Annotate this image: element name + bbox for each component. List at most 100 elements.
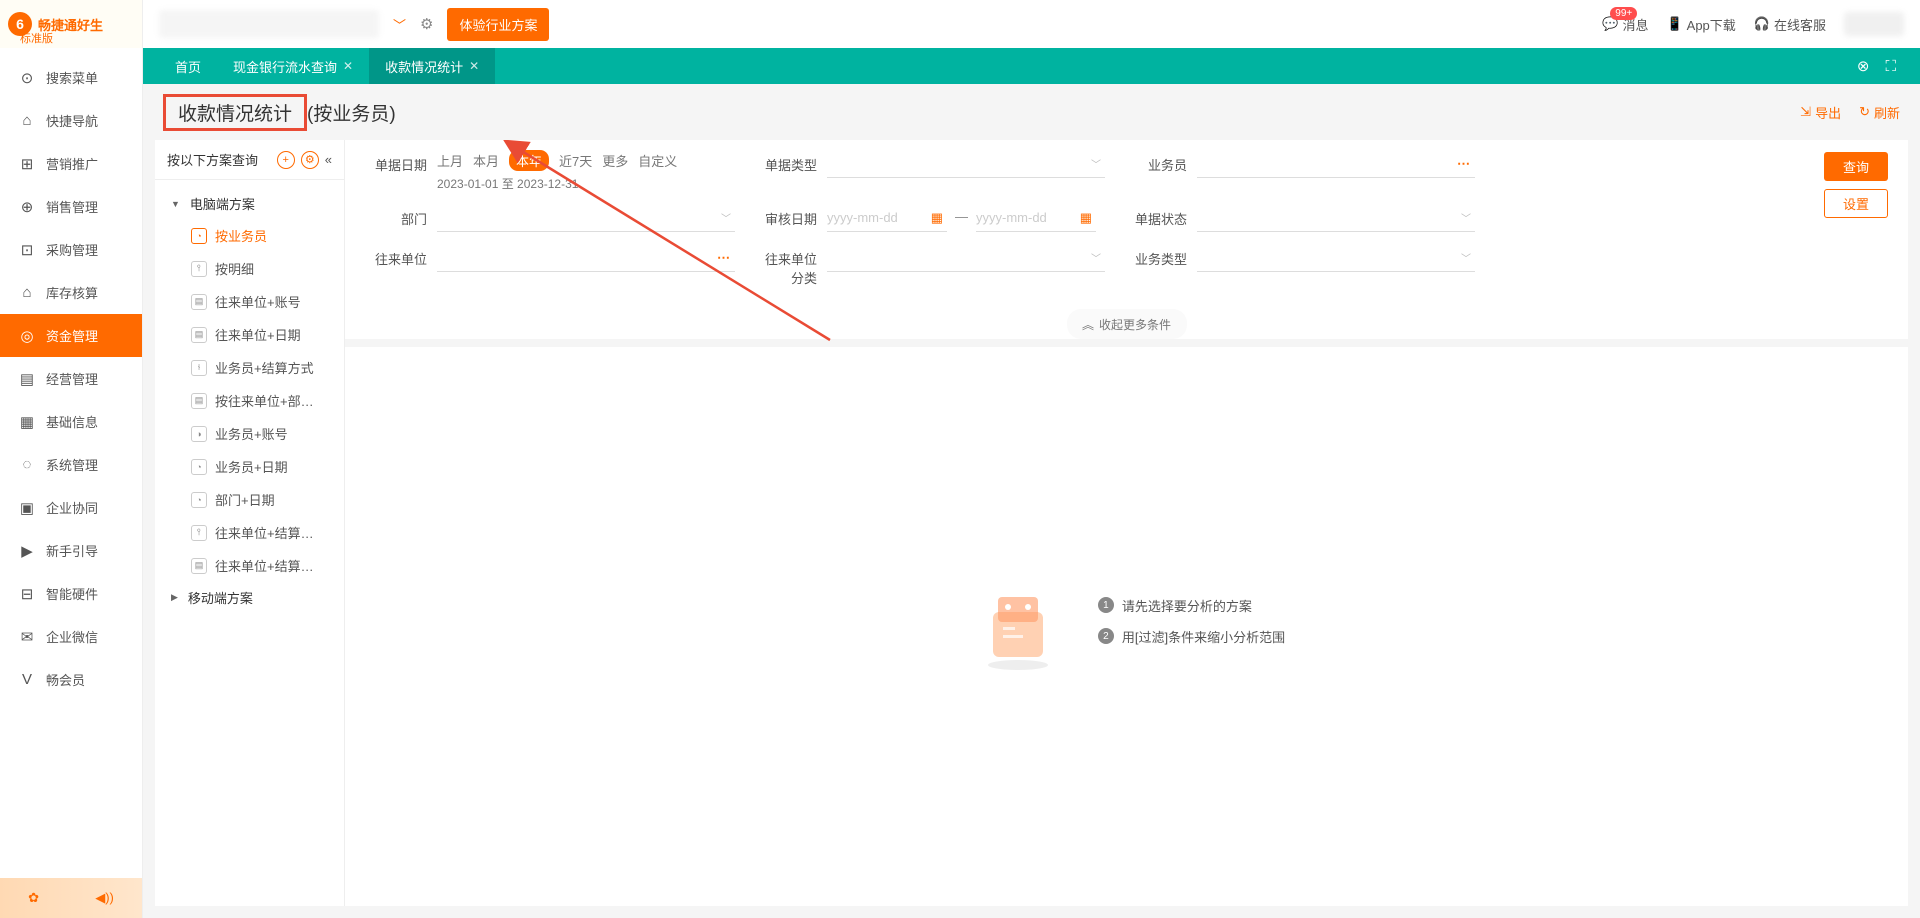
query-button[interactable]: 查询 xyxy=(1824,152,1888,181)
partner-cat-label: 往来单位分类 xyxy=(755,244,827,287)
sound-icon[interactable]: ◀)) xyxy=(95,890,114,906)
audit-date-from[interactable]: yyyy-mm-dd▦ xyxy=(827,204,947,232)
tree-item[interactable]: ◑业务员+账号 xyxy=(155,417,344,450)
collapse-conditions-button[interactable]: ︽ 收起更多条件 xyxy=(1067,309,1187,339)
sidebar-item-search-menu[interactable]: ⊙搜索菜单 xyxy=(0,56,142,99)
scheme-tree: ▼电脑端方案 ◔ 按业务员 ⫯按明细 ▤往来单位+账号 ▤往来单位+日期 ⫮业务员… xyxy=(155,180,344,621)
close-all-icon[interactable]: ⊗ xyxy=(1857,57,1870,75)
sidebar-item-wechat[interactable]: ✉企业微信 xyxy=(0,615,142,658)
tree-group-desktop[interactable]: ▼电脑端方案 xyxy=(155,188,344,219)
export-button[interactable]: ⇲导出 xyxy=(1800,103,1841,122)
tab-home[interactable]: 首页 xyxy=(159,48,217,84)
sidebar-item-system[interactable]: ◌系统管理 xyxy=(0,443,142,486)
sidebar-item-collab[interactable]: ▣企业协同 xyxy=(0,486,142,529)
more-icon[interactable]: ⋯ xyxy=(1457,156,1471,172)
partner-select[interactable]: ⋯ xyxy=(437,244,735,272)
close-icon[interactable]: ✕ xyxy=(343,59,353,73)
tree-item[interactable]: ▤往来单位+结算方式 xyxy=(155,549,344,582)
avatar[interactable] xyxy=(1844,12,1904,36)
scheme-settings-icon[interactable]: ⚙ xyxy=(301,151,319,169)
page-header: 收款情况统计 (按业务员) ⇲导出 ↻刷新 xyxy=(143,84,1920,140)
tree-item-label: 按明细 xyxy=(215,259,254,278)
clock-icon: ◔ xyxy=(191,228,207,244)
settings-button[interactable]: 设置 xyxy=(1824,189,1888,218)
export-label: 导出 xyxy=(1815,103,1841,122)
scheme-header-label: 按以下方案查询 xyxy=(167,150,258,169)
chevron-down-icon[interactable]: ﹀ xyxy=(393,15,406,34)
tree-group-mobile[interactable]: ▶移动端方案 xyxy=(155,582,344,613)
sidebar-item-base[interactable]: ▦基础信息 xyxy=(0,400,142,443)
gear-icon[interactable]: ⚙ xyxy=(420,15,433,33)
sidebar-item-member[interactable]: V畅会员 xyxy=(0,658,142,701)
sidebar-item-business[interactable]: ▤经营管理 xyxy=(0,357,142,400)
tab-receipt-stats[interactable]: 收款情况统计✕ xyxy=(369,48,495,84)
logo-edition: 标准版 xyxy=(20,30,53,46)
sidebar-item-label: 营销推广 xyxy=(46,154,98,173)
sidebar-item-purchase[interactable]: ⊡采购管理 xyxy=(0,228,142,271)
sidebar-item-inventory[interactable]: ⌂库存核算 xyxy=(0,271,142,314)
hints: 1请先选择要分析的方案 2用[过滤]条件来缩小分析范围 xyxy=(1098,596,1285,658)
partner-cat-select[interactable]: ﹀ xyxy=(827,244,1105,272)
sidebar-item-guide[interactable]: ▶新手引导 xyxy=(0,529,142,572)
fullscreen-icon[interactable]: ⛶ xyxy=(1885,58,1896,75)
audit-date-to[interactable]: yyyy-mm-dd▦ xyxy=(976,204,1096,232)
tree-item[interactable]: ▤往来单位+账号 xyxy=(155,285,344,318)
sidebar-item-funds[interactable]: ◎资金管理 xyxy=(0,314,142,357)
dept-select[interactable]: ﹀ xyxy=(437,204,735,232)
sidebar-item-label: 搜索菜单 xyxy=(46,68,98,87)
company-selector[interactable] xyxy=(159,10,379,38)
refresh-button[interactable]: ↻刷新 xyxy=(1859,103,1900,122)
clock-icon: ◔ xyxy=(191,492,207,508)
date-sc-custom[interactable]: 自定义 xyxy=(638,151,677,170)
tree-item-by-salesperson[interactable]: ◔ 按业务员 xyxy=(155,219,344,252)
app-download-button[interactable]: 📱 App下载 xyxy=(1666,15,1735,34)
calendar-icon: ▦ xyxy=(1080,210,1092,226)
collapse-panel-icon[interactable]: « xyxy=(325,152,332,167)
more-icon[interactable]: ⋯ xyxy=(717,250,731,266)
close-icon[interactable]: ✕ xyxy=(469,59,479,73)
add-scheme-icon[interactable]: + xyxy=(277,151,295,169)
bill-date-label: 单据日期 xyxy=(365,150,437,174)
biz-type-select[interactable]: ﹀ xyxy=(1197,244,1475,272)
date-sc-this-year[interactable]: 本年 xyxy=(509,150,549,171)
date-sc-more[interactable]: 更多 xyxy=(602,151,628,170)
doc-icon: ▤ xyxy=(191,558,207,574)
settings-icon[interactable]: ✿ xyxy=(28,890,39,906)
tree-item[interactable]: ◔业务员+日期 xyxy=(155,450,344,483)
sidebar-item-quick-nav[interactable]: ⌂快捷导航 xyxy=(0,99,142,142)
sidebar-item-marketing[interactable]: ⊞ 营销推广 xyxy=(0,142,142,185)
filters: 单据日期 上月 本月 本年 近7天 更多 自定义 20 xyxy=(345,140,1908,309)
tree-item[interactable]: ⫯往来单位+结算方式 xyxy=(155,516,344,549)
tree-item-label: 按业务员 xyxy=(215,226,267,245)
tree-item[interactable]: ⫯按明细 xyxy=(155,252,344,285)
page-subtitle: (按业务员) xyxy=(307,99,396,126)
sidebar-item-label: 资金管理 xyxy=(46,326,98,345)
date-sc-last-month[interactable]: 上月 xyxy=(437,151,463,170)
date-dash: — xyxy=(947,204,976,224)
list-icon: ▤ xyxy=(18,370,36,388)
salesperson-select[interactable]: ⋯ xyxy=(1197,150,1475,178)
filter-area: 单据日期 上月 本月 本年 近7天 更多 自定义 20 xyxy=(345,140,1908,906)
date-sc-this-month[interactable]: 本月 xyxy=(473,151,499,170)
messages-button[interactable]: 💬 消息 99+ xyxy=(1602,15,1648,34)
chevron-down-icon: ﹀ xyxy=(721,210,731,225)
sidebar-item-sales[interactable]: ⊕销售管理 xyxy=(0,185,142,228)
trial-button[interactable]: 体验行业方案 xyxy=(447,8,549,41)
support-button[interactable]: 🎧 在线客服 xyxy=(1754,15,1826,34)
clipboard-icon: ▣ xyxy=(18,499,36,517)
tree-item[interactable]: ▤按往来单位+部门+收... xyxy=(155,384,344,417)
bill-type-select[interactable]: ﹀ xyxy=(827,150,1105,178)
sidebar-item-hardware[interactable]: ⊟智能硬件 xyxy=(0,572,142,615)
bill-status-select[interactable]: ﹀ xyxy=(1197,204,1475,232)
tab-label: 首页 xyxy=(175,57,201,76)
tree-item[interactable]: ◔部门+日期 xyxy=(155,483,344,516)
doc-icon: ▤ xyxy=(191,294,207,310)
tree-item[interactable]: ▤往来单位+日期 xyxy=(155,318,344,351)
tab-cash-flow[interactable]: 现金银行流水查询✕ xyxy=(217,48,369,84)
grid-icon: ⊞ xyxy=(18,155,36,173)
date-sc-7days[interactable]: 近7天 xyxy=(559,151,592,170)
chevron-down-icon: ﹀ xyxy=(1091,156,1101,171)
sidebar-item-label: 新手引导 xyxy=(46,541,98,560)
tree-item[interactable]: ⫮业务员+结算方式 xyxy=(155,351,344,384)
refresh-label: 刷新 xyxy=(1874,103,1900,122)
